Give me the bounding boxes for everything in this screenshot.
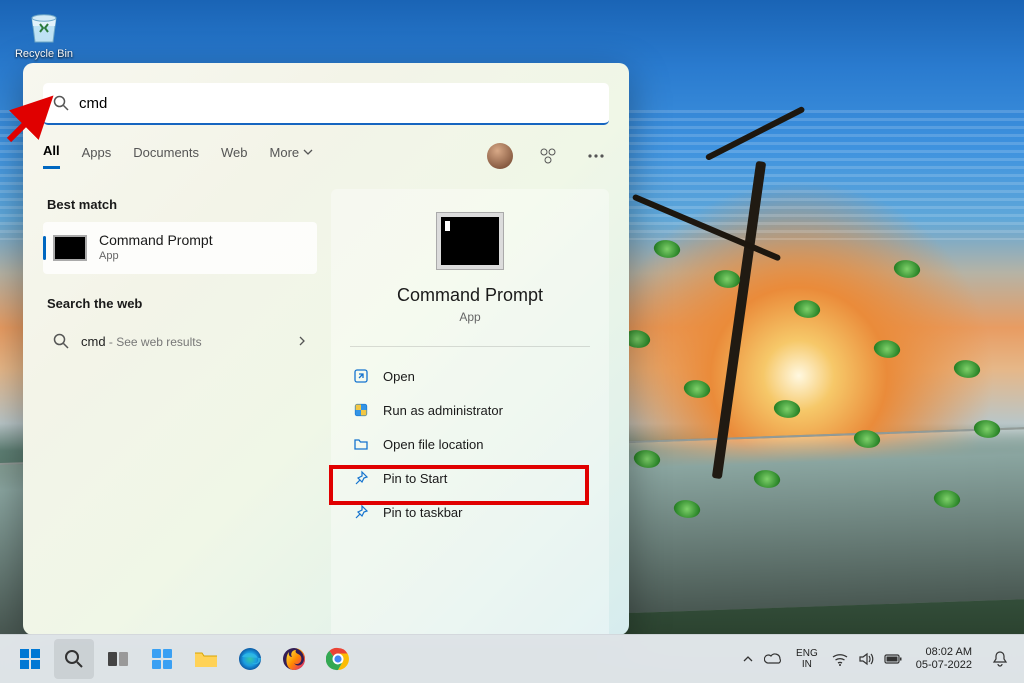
rewards-icon[interactable] — [535, 143, 561, 169]
web-hint: - See web results — [106, 335, 202, 349]
shield-icon — [353, 402, 369, 418]
open-icon — [353, 368, 369, 384]
chevron-up-icon[interactable] — [742, 653, 754, 665]
chevron-right-icon — [297, 334, 307, 349]
result-command-prompt[interactable]: Command Prompt App — [43, 222, 317, 274]
action-open[interactable]: Open — [353, 359, 587, 393]
search-icon — [64, 649, 84, 669]
lang-bottom: IN — [802, 659, 812, 670]
lang-top: ENG — [796, 648, 818, 659]
command-prompt-icon — [53, 235, 87, 261]
windows-logo-icon — [19, 648, 41, 670]
action-open-label: Open — [383, 369, 415, 384]
pin-icon — [353, 504, 369, 520]
widgets-button[interactable] — [142, 639, 182, 679]
tab-documents[interactable]: Documents — [133, 145, 199, 168]
edge-icon — [238, 647, 262, 671]
wifi-icon[interactable] — [832, 652, 848, 666]
recycle-bin[interactable]: Recycle Bin — [10, 6, 78, 60]
battery-icon[interactable] — [884, 653, 902, 665]
widgets-icon — [151, 648, 173, 670]
annotation-arrow — [5, 92, 57, 144]
firefox-icon — [282, 647, 306, 671]
taskbar-clock[interactable]: 08:02 AM 05-07-2022 — [916, 646, 972, 672]
result-subtitle: App — [99, 250, 213, 264]
edge-button[interactable] — [230, 639, 270, 679]
action-pin-taskbar[interactable]: Pin to taskbar — [353, 495, 587, 529]
detail-title: Command Prompt — [397, 285, 543, 306]
search-input[interactable] — [77, 94, 599, 113]
detail-separator — [350, 346, 589, 347]
firefox-button[interactable] — [274, 639, 314, 679]
search-box[interactable] — [43, 83, 609, 125]
recycle-bin-icon — [22, 6, 66, 46]
chrome-icon — [326, 647, 350, 671]
bell-icon — [991, 650, 1009, 668]
onedrive-icon[interactable] — [764, 652, 782, 666]
folder-icon — [353, 436, 369, 452]
action-run-admin-label: Run as administrator — [383, 403, 503, 418]
action-pin-taskbar-label: Pin to taskbar — [383, 505, 463, 520]
language-indicator[interactable]: ENG IN — [796, 648, 818, 670]
user-avatar[interactable] — [487, 143, 513, 169]
action-pin-start-label: Pin to Start — [383, 471, 447, 486]
clock-time: 08:02 AM — [926, 646, 972, 659]
tab-apps[interactable]: Apps — [82, 145, 112, 168]
chrome-button[interactable] — [318, 639, 358, 679]
action-run-admin[interactable]: Run as administrator — [353, 393, 587, 427]
search-button[interactable] — [54, 639, 94, 679]
recycle-bin-label: Recycle Bin — [15, 48, 73, 60]
search-icon — [53, 333, 69, 349]
folder-icon — [194, 649, 218, 669]
notifications-button[interactable] — [986, 645, 1014, 673]
tab-web[interactable]: Web — [221, 145, 248, 168]
volume-icon[interactable] — [858, 652, 874, 666]
clock-date: 05-07-2022 — [916, 659, 972, 672]
tab-more[interactable]: More — [270, 145, 313, 168]
desktop[interactable]: Recycle Bin All Apps Documents Web More … — [0, 0, 1024, 683]
detail-subtitle: App — [459, 310, 480, 324]
taskbar: ENG IN 08:02 AM 05-07-2022 — [0, 634, 1024, 683]
search-tabs: All Apps Documents Web More — [43, 143, 609, 169]
detail-pane: Command Prompt App Open Run as administr… — [331, 189, 609, 635]
web-query: cmd — [81, 334, 106, 349]
pin-icon — [353, 470, 369, 486]
web-result-cmd[interactable]: cmd - See web results — [43, 321, 317, 361]
file-explorer-button[interactable] — [186, 639, 226, 679]
start-button[interactable] — [10, 639, 50, 679]
action-open-location[interactable]: Open file location — [353, 427, 587, 461]
action-pin-start[interactable]: Pin to Start — [353, 461, 587, 495]
section-best-match: Best match — [47, 197, 317, 212]
task-view-icon — [107, 649, 129, 669]
section-search-web: Search the web — [47, 296, 317, 311]
task-view-button[interactable] — [98, 639, 138, 679]
tab-more-label: More — [270, 145, 300, 160]
action-open-location-label: Open file location — [383, 437, 483, 452]
result-title: Command Prompt — [99, 232, 213, 250]
tab-all[interactable]: All — [43, 143, 60, 169]
detail-app-icon — [437, 213, 503, 269]
start-search-panel: All Apps Documents Web More Best match C… — [23, 63, 629, 635]
results-column: Best match Command Prompt App Search the… — [23, 175, 317, 635]
options-icon[interactable] — [583, 143, 609, 169]
chevron-down-icon — [303, 147, 313, 157]
